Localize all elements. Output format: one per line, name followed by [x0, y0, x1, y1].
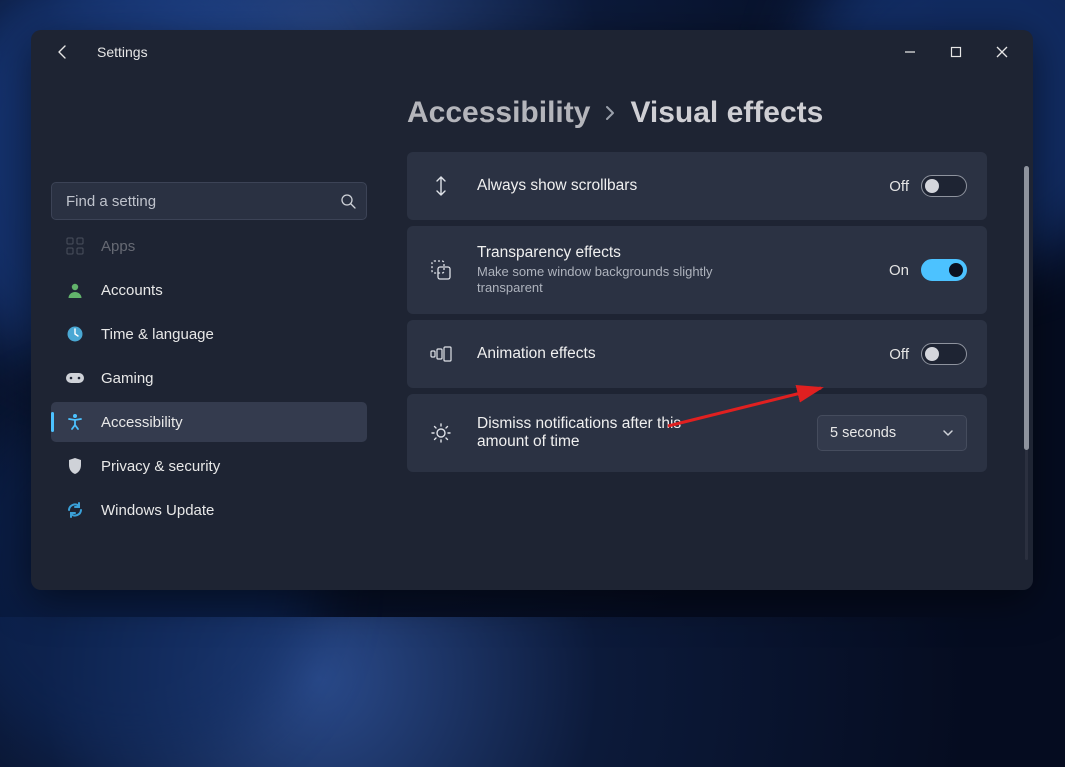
transparency-icon	[427, 259, 455, 281]
breadcrumb-parent[interactable]: Accessibility	[407, 96, 590, 130]
toggle-animation[interactable]	[921, 343, 967, 365]
setting-scrollbars[interactable]: Always show scrollbars Off	[407, 152, 987, 220]
nav-list: Apps Accounts Time & language	[43, 234, 375, 590]
chevron-right-icon	[602, 101, 618, 125]
brightness-icon	[427, 422, 455, 444]
sidebar-item-gaming[interactable]: Gaming	[51, 358, 367, 398]
sidebar-item-label: Gaming	[101, 370, 154, 387]
main-content: Accessibility Visual effects Always show…	[387, 74, 1033, 590]
toggle-state-label: On	[889, 262, 909, 279]
sidebar-item-label: Accessibility	[101, 414, 183, 431]
toggle-state-label: Off	[889, 346, 909, 363]
sidebar-item-accessibility[interactable]: Accessibility	[51, 402, 367, 442]
scrollbar-track[interactable]	[1025, 166, 1028, 560]
select-notification-timeout[interactable]: 5 seconds	[817, 415, 967, 451]
minimize-button[interactable]	[887, 36, 933, 68]
arrow-left-icon	[55, 44, 71, 60]
sidebar-item-time-language[interactable]: Time & language	[51, 314, 367, 354]
minimize-icon	[904, 46, 916, 58]
scrollbar-icon	[427, 175, 455, 197]
close-icon	[996, 46, 1008, 58]
window-controls	[887, 36, 1025, 68]
sidebar-item-accounts[interactable]: Accounts	[51, 270, 367, 310]
setting-title: Transparency effects	[477, 244, 889, 262]
sidebar-item-label: Windows Update	[101, 502, 214, 519]
sync-icon	[65, 500, 85, 520]
sidebar-item-apps[interactable]: Apps	[51, 234, 367, 266]
settings-window: Settings	[31, 30, 1033, 590]
search-input[interactable]	[66, 193, 340, 210]
app-title: Settings	[97, 44, 148, 60]
user-block	[43, 86, 375, 182]
setting-transparency[interactable]: Transparency effects Make some window ba…	[407, 226, 987, 314]
setting-notification-timeout[interactable]: Dismiss notifications after this amount …	[407, 394, 987, 472]
sidebar-item-label: Accounts	[101, 282, 163, 299]
setting-subtitle: Make some window backgrounds slightly tr…	[477, 264, 737, 297]
setting-title: Animation effects	[477, 345, 889, 363]
search-field[interactable]	[51, 182, 367, 220]
setting-animation[interactable]: Animation effects Off	[407, 320, 987, 388]
breadcrumb-current: Visual effects	[630, 96, 823, 130]
sidebar-item-label: Privacy & security	[101, 458, 220, 475]
animation-icon	[427, 346, 455, 362]
accessibility-icon	[65, 412, 85, 432]
sidebar-item-label: Time & language	[101, 326, 214, 343]
sidebar-item-label: Apps	[101, 238, 135, 255]
apps-icon	[65, 236, 85, 256]
sidebar-item-privacy-security[interactable]: Privacy & security	[51, 446, 367, 486]
gamepad-icon	[65, 368, 85, 388]
scrollbar-thumb[interactable]	[1024, 166, 1029, 450]
setting-title: Always show scrollbars	[477, 177, 889, 195]
titlebar: Settings	[31, 30, 1033, 74]
chevron-down-icon	[942, 427, 954, 439]
back-button[interactable]	[47, 36, 79, 68]
clock-globe-icon	[65, 324, 85, 344]
settings-list: Always show scrollbars Off Transparency …	[407, 152, 1005, 472]
close-button[interactable]	[979, 36, 1025, 68]
select-value: 5 seconds	[830, 425, 896, 441]
breadcrumb: Accessibility Visual effects	[407, 96, 1005, 130]
maximize-button[interactable]	[933, 36, 979, 68]
maximize-icon	[950, 46, 962, 58]
setting-title: Dismiss notifications after this amount …	[477, 415, 727, 451]
toggle-transparency[interactable]	[921, 259, 967, 281]
sidebar: Apps Accounts Time & language	[31, 74, 387, 590]
toggle-scrollbars[interactable]	[921, 175, 967, 197]
sidebar-item-windows-update[interactable]: Windows Update	[51, 490, 367, 530]
shield-icon	[65, 456, 85, 476]
person-icon	[65, 280, 85, 300]
search-icon	[340, 193, 356, 209]
toggle-state-label: Off	[889, 178, 909, 195]
